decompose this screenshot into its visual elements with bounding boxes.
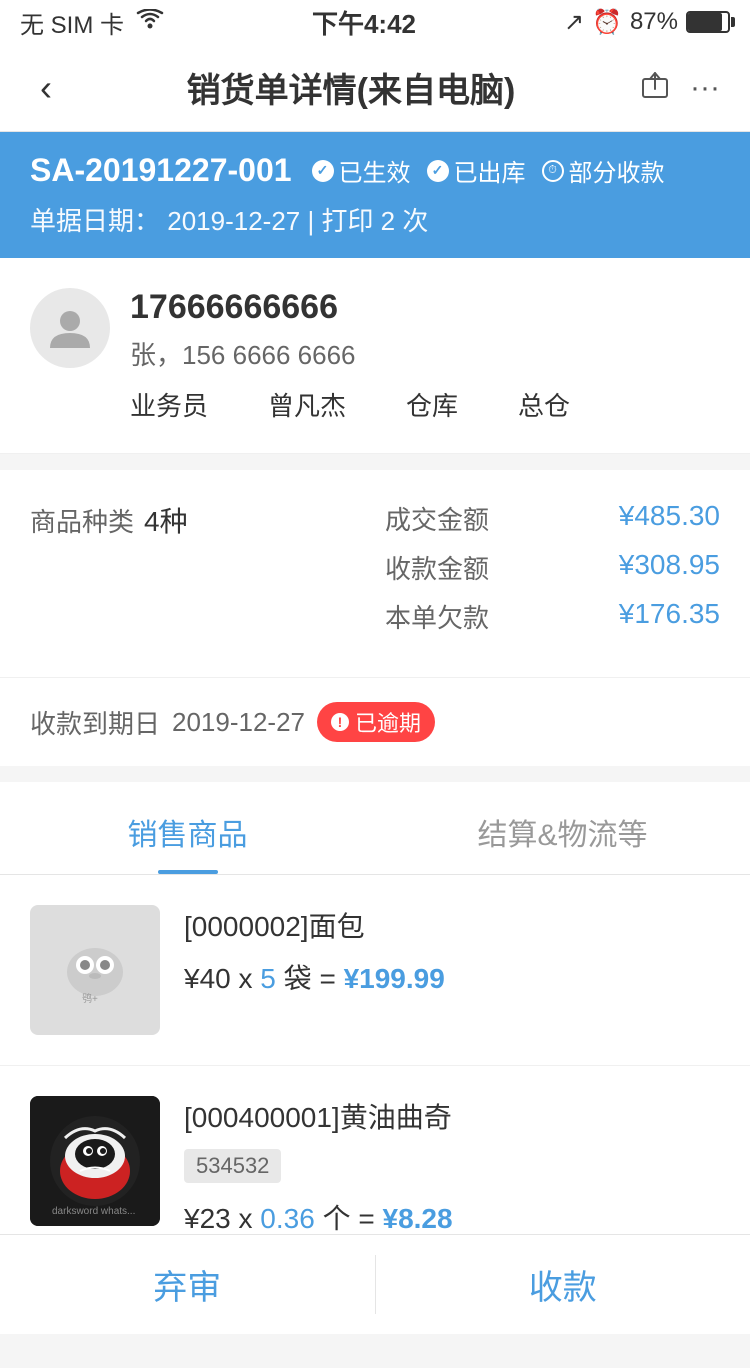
status-time: 下午4:42 <box>312 4 416 41</box>
divider-1 <box>0 454 750 470</box>
badge-effective: ✓ 已生效 <box>312 153 411 188</box>
overdue-text: 已逾期 <box>355 706 421 738</box>
customer-name-phone: 张，156 6666 6666 <box>130 335 720 372</box>
sales-label: 业务员 <box>130 386 208 423</box>
confirm-button[interactable]: 收款 <box>376 1235 750 1334</box>
received-label: 收款金额 <box>385 549 489 586</box>
ninja-icon: darksword whats... <box>30 1096 160 1226</box>
tab-sales-products[interactable]: 销售商品 <box>0 782 375 874</box>
product-image-bread: 鸮+ <box>30 905 160 1035</box>
customer-info: 17666666666 张，156 6666 6666 业务员 曾凡杰 仓库 总… <box>130 288 720 423</box>
customer-meta: 业务员 曾凡杰 仓库 总仓 <box>130 386 720 423</box>
due-date-label: 收款到期日 <box>30 704 160 741</box>
share-button[interactable] <box>640 69 670 107</box>
overdue-icon: ! <box>331 713 349 731</box>
warehouse-name: 总仓 <box>518 386 570 423</box>
product-types-value: 4种 <box>144 500 188 540</box>
due-section: 收款到期日 2019-12-27 ! 已逾期 <box>0 677 750 766</box>
status-bar: 无 SIM 卡 下午4:42 ↗ ⏰ 87% <box>0 0 750 44</box>
owl-icon: 鸮+ <box>55 930 135 1010</box>
badge-partial: ⏱ 部分收款 <box>542 153 665 188</box>
product-sku: 534532 <box>184 1149 281 1183</box>
check-icon-1: ✓ <box>312 160 334 182</box>
tabs-divider <box>0 766 750 782</box>
product-types-label: 商品种类 <box>30 502 134 539</box>
location-icon: ↗ <box>564 8 584 37</box>
balance-amount-value: ¥176.35 <box>619 598 720 635</box>
battery-icon <box>686 11 730 33</box>
battery-text: 87% <box>630 8 678 36</box>
table-row: 鸮+ [0000002]面包 ¥40 x 5 袋 = ¥199.99 <box>0 875 750 1066</box>
product-total-cookies: ¥8.28 <box>383 1203 453 1234</box>
order-header-top: SA-20191227-001 ✓ 已生效 ✓ 已出库 ⏱ 部分收款 <box>30 152 720 189</box>
product-details-bread: [0000002]面包 ¥40 x 5 袋 = ¥199.99 <box>184 905 720 997</box>
received-amount-value: ¥308.95 <box>619 549 720 586</box>
nav-bar: ‹ 销货单详情(来自电脑) ··· <box>0 44 750 132</box>
back-button[interactable]: ‹ <box>30 57 62 119</box>
product-pricing-bread: ¥40 x 5 袋 = ¥199.99 <box>184 957 720 997</box>
deal-amount-value: ¥485.30 <box>619 500 720 537</box>
svg-text:鸮+: 鸮+ <box>82 992 98 1005</box>
tab-settlement-logistics[interactable]: 结算&物流等 <box>375 782 750 874</box>
tabs: 销售商品 结算&物流等 <box>0 782 750 875</box>
more-button[interactable]: ··· <box>690 71 720 105</box>
product-qty-cookies: 0.36 <box>260 1203 315 1234</box>
deal-amount-row: 成交金额 ¥485.30 <box>385 500 720 537</box>
summary-left: 商品种类 4种 <box>30 500 365 647</box>
clock-icon: ⏱ <box>542 160 564 182</box>
product-image-cookies: darksword whats... <box>30 1096 160 1226</box>
nav-actions: ··· <box>640 69 720 107</box>
warehouse-label: 仓库 <box>406 386 458 423</box>
status-left: 无 SIM 卡 <box>20 5 164 40</box>
due-date-value: 2019-12-27 <box>172 707 305 738</box>
status-right: ↗ ⏰ 87% <box>564 8 730 37</box>
bottom-bar: 弃审 收款 <box>0 1234 750 1334</box>
overdue-badge: ! 已逾期 <box>317 702 435 742</box>
wifi-icon <box>136 8 164 36</box>
alarm-icon: ⏰ <box>592 8 622 37</box>
product-qty-bread: 5 <box>260 963 276 994</box>
summary-section: 商品种类 4种 成交金额 ¥485.30 收款金额 ¥308.95 本单欠款 ¥… <box>0 470 750 677</box>
deal-amount-label: 成交金额 <box>385 500 489 537</box>
product-name-cookies: [000400001]黄油曲奇 <box>184 1096 720 1136</box>
received-amount-row: 收款金额 ¥308.95 <box>385 549 720 586</box>
product-details-cookies: [000400001]黄油曲奇 534532 ¥23 x 0.36 个 = ¥8… <box>184 1096 720 1237</box>
customer-id: 17666666666 <box>130 288 720 327</box>
carrier-text: 无 SIM 卡 <box>20 5 124 40</box>
sales-name: 曾凡杰 <box>268 386 346 423</box>
customer-section: 17666666666 张，156 6666 6666 业务员 曾凡杰 仓库 总… <box>0 258 750 454</box>
balance-row: 本单欠款 ¥176.35 <box>385 598 720 635</box>
avatar <box>30 288 110 368</box>
order-date-info: 单据日期： 2019-12-27 | 打印 2 次 <box>30 201 720 238</box>
product-pricing-cookies: ¥23 x 0.36 个 = ¥8.28 <box>184 1197 720 1237</box>
summary-right: 成交金额 ¥485.30 收款金额 ¥308.95 本单欠款 ¥176.35 <box>385 500 720 647</box>
product-types-row: 商品种类 4种 <box>30 500 365 540</box>
badge-shipped: ✓ 已出库 <box>427 153 526 188</box>
order-header: SA-20191227-001 ✓ 已生效 ✓ 已出库 ⏱ 部分收款 单据日期：… <box>0 132 750 258</box>
svg-text:darksword whats...: darksword whats... <box>52 1206 135 1217</box>
page-title: 销货单详情(来自电脑) <box>187 63 516 112</box>
cancel-button[interactable]: 弃审 <box>0 1235 375 1334</box>
product-name-bread: [0000002]面包 <box>184 905 720 945</box>
order-badges: ✓ 已生效 ✓ 已出库 ⏱ 部分收款 <box>312 153 665 188</box>
order-number: SA-20191227-001 <box>30 152 292 189</box>
products-list: 鸮+ [0000002]面包 ¥40 x 5 袋 = ¥199.99 <box>0 875 750 1268</box>
battery-fill <box>688 13 722 31</box>
check-icon-2: ✓ <box>427 160 449 182</box>
user-avatar-icon <box>45 303 95 353</box>
product-total-bread: ¥199.99 <box>344 963 445 994</box>
balance-label: 本单欠款 <box>385 598 489 635</box>
